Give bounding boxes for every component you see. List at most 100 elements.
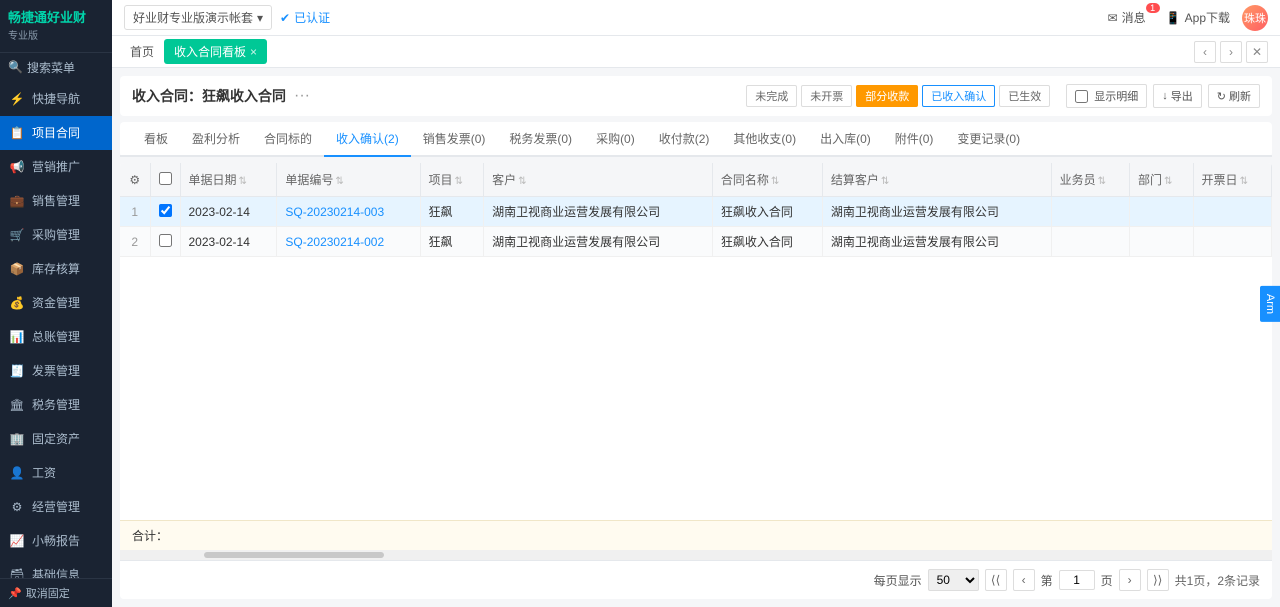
- contract-board-tab[interactable]: 收入合同看板 ×: [164, 39, 267, 64]
- total-bar: 合计：: [120, 520, 1272, 550]
- sort-salesperson-icon[interactable]: ⇅: [1098, 176, 1106, 187]
- sidebar-item-invoice[interactable]: 🧾 发票管理: [0, 354, 112, 388]
- sidebar-item-quicknav[interactable]: ⚡ 快捷导航: [0, 82, 112, 116]
- page-last-button[interactable]: ⟩⟩: [1147, 569, 1169, 591]
- row2-settle: 湖南卫视商业运营发展有限公司: [822, 227, 1051, 257]
- home-tab[interactable]: 首页: [124, 43, 160, 60]
- sidebar-item-hr[interactable]: 👤 工资: [0, 456, 112, 490]
- message-button[interactable]: ✉ 1 消息: [1108, 9, 1154, 26]
- sort-settle-icon[interactable]: ⇅: [881, 176, 889, 187]
- subtab-changes[interactable]: 变更记录(0): [945, 122, 1032, 157]
- row1-contract: 狂飙收入合同: [712, 197, 822, 227]
- col-contract-header[interactable]: 合同名称⇅: [712, 163, 822, 197]
- contract-more-button[interactable]: ···: [294, 87, 310, 105]
- user-avatar-area[interactable]: 珠珠: [1242, 5, 1268, 31]
- sort-department-icon[interactable]: ⇅: [1164, 176, 1172, 187]
- subtab-tax-invoice[interactable]: 税务发票(0): [497, 122, 584, 157]
- subtab-revenue[interactable]: 收入确认(2): [324, 122, 411, 157]
- row1-code[interactable]: SQ-20230214-003: [277, 197, 420, 227]
- table-row[interactable]: 1 2023-02-14 SQ-20230214-003 狂飙 湖南卫视商业运营…: [120, 197, 1272, 227]
- sidebar-item-project[interactable]: 📋 项目合同: [0, 116, 112, 150]
- subtab-warehouse[interactable]: 出入库(0): [808, 122, 883, 157]
- sort-date-icon[interactable]: ⇅: [239, 176, 247, 187]
- funds-icon: 💰: [8, 294, 26, 312]
- subtab-attachment[interactable]: 附件(0): [883, 122, 946, 157]
- row2-code-link[interactable]: SQ-20230214-002: [285, 235, 384, 249]
- sidebar-item-report[interactable]: 📈 小畅报告: [0, 524, 112, 558]
- tab-close-all-button[interactable]: ✕: [1246, 41, 1268, 63]
- row1-checkbox-cell[interactable]: [150, 197, 180, 227]
- page-size-select[interactable]: 20 50 100 200: [928, 569, 979, 591]
- row2-checkbox[interactable]: [159, 234, 172, 247]
- row2-checkbox-cell[interactable]: [150, 227, 180, 257]
- sort-customer-icon[interactable]: ⇅: [518, 176, 526, 187]
- row1-department: [1130, 197, 1194, 227]
- sidebar-item-ops[interactable]: ⚙ 经营管理: [0, 490, 112, 524]
- subtab-purchase[interactable]: 采购(0): [584, 122, 647, 157]
- col-code-header[interactable]: 单据编号⇅: [277, 163, 420, 197]
- col-checkbox-header[interactable]: [150, 163, 180, 197]
- col-date-header[interactable]: 单据日期⇅: [180, 163, 277, 197]
- page-first-button[interactable]: ⟨⟨: [985, 569, 1007, 591]
- col-settle-header[interactable]: 结算客户⇅: [822, 163, 1051, 197]
- row2-code[interactable]: SQ-20230214-002: [277, 227, 420, 257]
- sidebar-item-asset[interactable]: 🏢 固定资产: [0, 422, 112, 456]
- right-edge-button[interactable]: Arm: [1260, 285, 1280, 321]
- row1-checkbox[interactable]: [159, 204, 172, 217]
- sidebar-item-sales[interactable]: 💼 销售管理: [0, 184, 112, 218]
- sort-code-icon[interactable]: ⇅: [335, 176, 343, 187]
- subtab-profit[interactable]: 盈利分析: [180, 122, 252, 157]
- status-confirmed[interactable]: 已收入确认: [922, 85, 995, 107]
- table-row[interactable]: 2 2023-02-14 SQ-20230214-002 狂飙 湖南卫视商业运营…: [120, 227, 1272, 257]
- subtab-payment[interactable]: 收付款(2): [647, 122, 722, 157]
- page-next-button[interactable]: ›: [1119, 569, 1141, 591]
- show-detail-checkbox-label[interactable]: 显示明细: [1066, 84, 1147, 108]
- row1-code-link[interactable]: SQ-20230214-003: [285, 205, 384, 219]
- sidebar-item-tax[interactable]: 🏛 税务管理: [0, 388, 112, 422]
- col-project-header[interactable]: 项目⇅: [420, 163, 484, 197]
- sidebar-item-basic[interactable]: 🗃 基础信息: [0, 558, 112, 578]
- sort-project-icon[interactable]: ⇅: [455, 176, 463, 187]
- status-unopened[interactable]: 未开票: [801, 85, 852, 107]
- sidebar-item-funds[interactable]: 💰 资金管理: [0, 286, 112, 320]
- sidebar-item-basic-label: 基础信息: [32, 566, 80, 578]
- horizontal-scrollbar[interactable]: [120, 550, 1272, 560]
- page-prev-button[interactable]: ‹: [1013, 569, 1035, 591]
- sidebar-item-marketing[interactable]: 📢 营销推广: [0, 150, 112, 184]
- col-department-header[interactable]: 部门⇅: [1130, 163, 1194, 197]
- sidebar-item-summary[interactable]: 📊 总账管理: [0, 320, 112, 354]
- sort-opendate-icon[interactable]: ⇅: [1240, 176, 1248, 187]
- company-selector[interactable]: 好业财专业版演示帐套 ▾: [124, 5, 272, 30]
- sidebar-logo: 畅捷通好业财 专业版: [0, 0, 112, 53]
- tab-close-button[interactable]: ×: [250, 45, 257, 59]
- export-button[interactable]: ↓ 导出: [1153, 84, 1202, 108]
- page-number-input[interactable]: [1059, 570, 1095, 590]
- table-wrapper[interactable]: ⚙ 单据日期⇅ 单据编号⇅ 项目⇅ 客户⇅ 合同名称⇅ 结算客户⇅ 业务员⇅ 部…: [120, 163, 1272, 520]
- show-detail-checkbox[interactable]: [1075, 90, 1088, 103]
- subtab-board[interactable]: 看板: [132, 122, 180, 157]
- page-size-label: 每页显示: [874, 572, 922, 589]
- sidebar-item-purchase[interactable]: 🛒 采购管理: [0, 218, 112, 252]
- col-salesperson-header[interactable]: 业务员⇅: [1051, 163, 1129, 197]
- col-opendate-header[interactable]: 开票日⇅: [1193, 163, 1271, 197]
- subtab-other[interactable]: 其他收支(0): [721, 122, 808, 157]
- sidebar-bottom-pin[interactable]: 📌 取消固定: [0, 578, 112, 607]
- app-download-button[interactable]: 📱 App下载: [1166, 9, 1230, 26]
- col-customer-header[interactable]: 客户⇅: [484, 163, 713, 197]
- sidebar-item-inventory[interactable]: 📦 库存核算: [0, 252, 112, 286]
- subtab-subject[interactable]: 合同标的: [252, 122, 324, 157]
- status-partial[interactable]: 部分收款: [856, 85, 918, 107]
- status-effective[interactable]: 已生效: [999, 85, 1050, 107]
- scroll-thumb[interactable]: [204, 552, 384, 558]
- sidebar-search-menu[interactable]: 🔍 搜索菜单: [0, 53, 112, 82]
- tab-prev-button[interactable]: ‹: [1194, 41, 1216, 63]
- refresh-button[interactable]: ↻ 刷新: [1208, 84, 1260, 108]
- inventory-icon: 📦: [8, 260, 26, 278]
- sort-contract-icon[interactable]: ⇅: [771, 176, 779, 187]
- col-settings[interactable]: ⚙: [120, 163, 150, 197]
- select-all-checkbox[interactable]: [159, 172, 172, 185]
- subtab-sales-invoice[interactable]: 销售发票(0): [411, 122, 498, 157]
- total-label: 合计：: [132, 527, 168, 544]
- status-incomplete[interactable]: 未完成: [746, 85, 797, 107]
- tab-next-button[interactable]: ›: [1220, 41, 1242, 63]
